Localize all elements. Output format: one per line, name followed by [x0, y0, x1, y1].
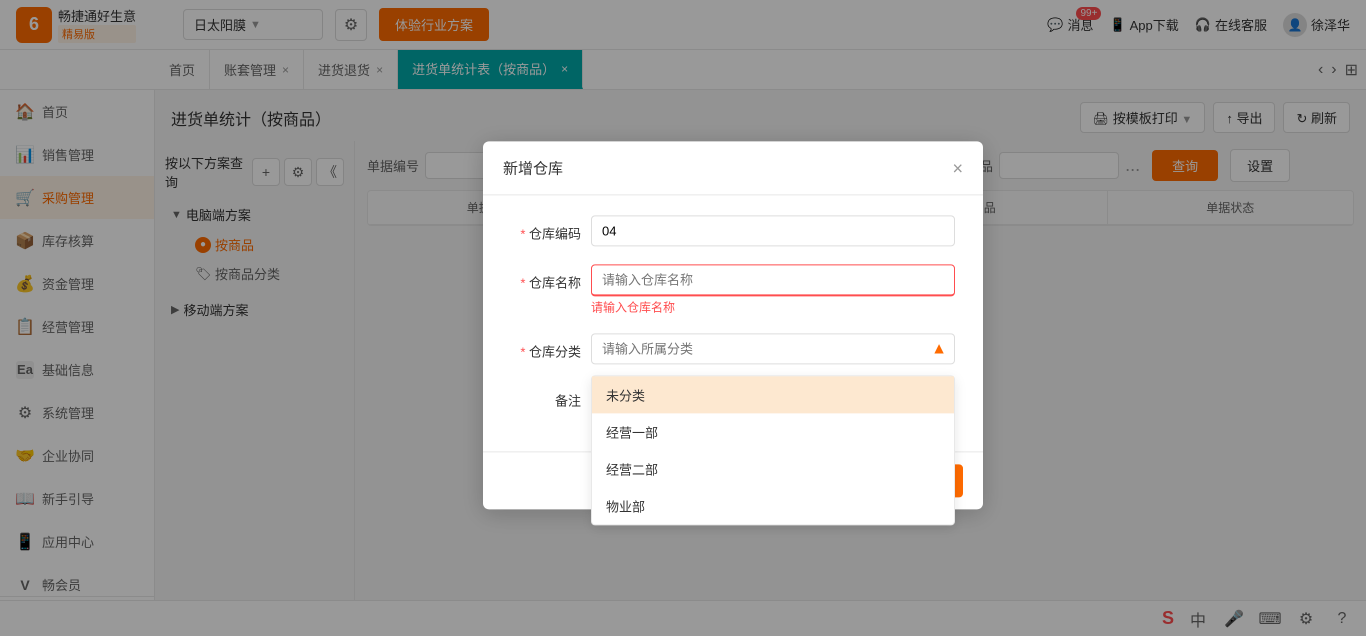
warehouse-code-field [591, 215, 955, 246]
category-option-unclassified[interactable]: 未分类 [592, 376, 954, 413]
warehouse-name-input[interactable] [591, 264, 955, 296]
modal-close-button[interactable]: × [952, 159, 963, 177]
new-warehouse-modal: 新增仓库 × 仓库编码 仓库名称 请输入仓库名称 仓库分类 ▲ [483, 141, 983, 509]
warehouse-code-input[interactable] [591, 215, 955, 246]
category-option-dept1[interactable]: 经营一部 [592, 413, 954, 450]
warehouse-name-field: 请输入仓库名称 [591, 264, 955, 315]
category-dropdown: 未分类 经营一部 经营二部 物业部 [591, 375, 955, 525]
warehouse-category-row: 仓库分类 ▲ 未分类 经营一部 经营二部 物业部 [511, 333, 955, 364]
warehouse-code-label: 仓库编码 [511, 215, 591, 242]
warehouse-name-error: 请输入仓库名称 [591, 298, 955, 315]
category-option-dept2[interactable]: 经营二部 [592, 450, 954, 487]
category-option-property[interactable]: 物业部 [592, 487, 954, 524]
warehouse-category-label: 仓库分类 [511, 333, 591, 360]
warehouse-note-label: 备注 [511, 382, 591, 409]
modal-title: 新增仓库 [503, 157, 563, 178]
category-toggle-icon[interactable]: ▲ [931, 340, 947, 358]
warehouse-name-row: 仓库名称 请输入仓库名称 [511, 264, 955, 315]
warehouse-name-label: 仓库名称 [511, 264, 591, 291]
modal-body: 仓库编码 仓库名称 请输入仓库名称 仓库分类 ▲ 未分类 经营一部 [483, 195, 983, 451]
warehouse-code-row: 仓库编码 [511, 215, 955, 246]
warehouse-category-field: ▲ 未分类 经营一部 经营二部 物业部 [591, 333, 955, 364]
modal-header: 新增仓库 × [483, 141, 983, 195]
warehouse-category-input[interactable] [591, 333, 955, 364]
